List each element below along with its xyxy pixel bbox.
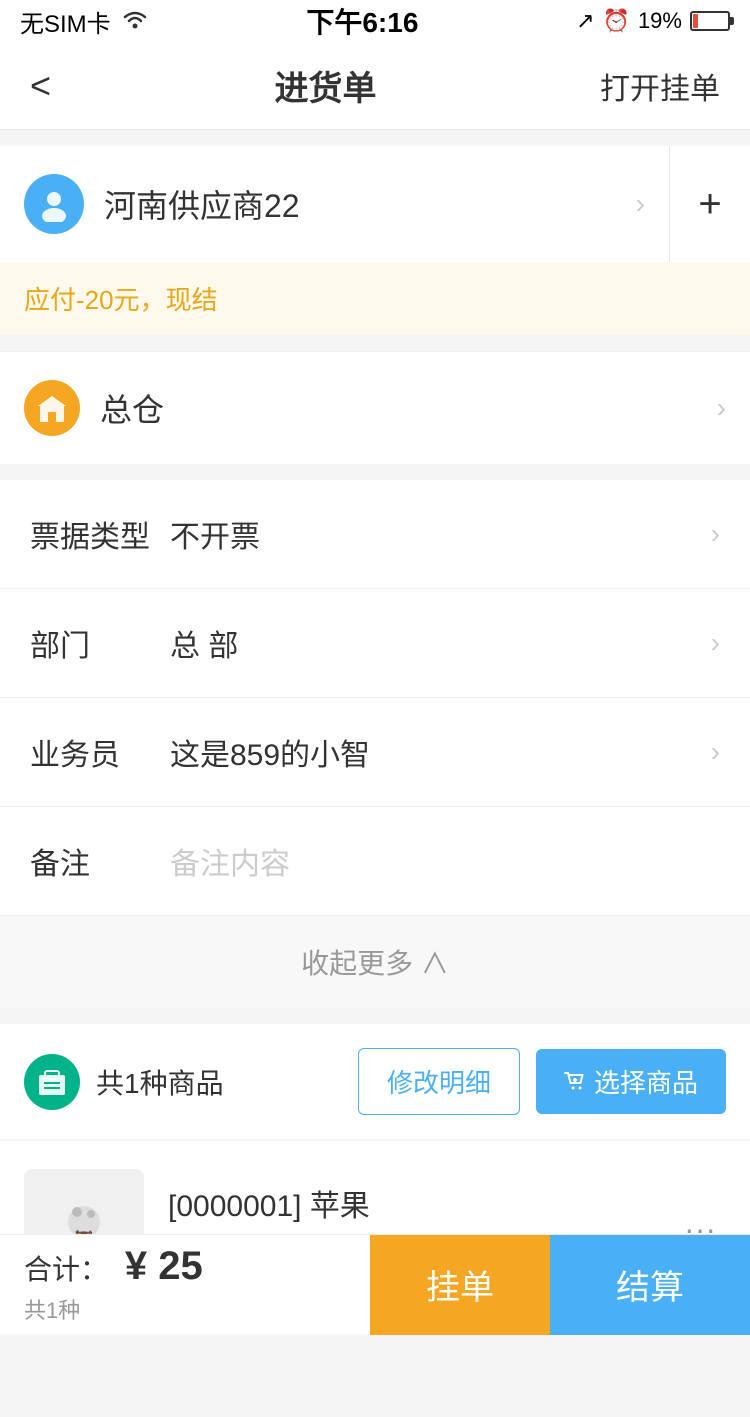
- supplier-section: 河南供应商22 › +: [0, 146, 750, 262]
- total-amount: ¥ 25: [125, 1244, 203, 1288]
- location-icon: ↗: [576, 8, 594, 34]
- settle-button[interactable]: 结算: [550, 1235, 750, 1335]
- supplier-selector[interactable]: 河南供应商22 ›: [0, 146, 670, 262]
- dept-value: 总 部: [170, 621, 711, 665]
- bottom-bar: 合计： ¥ 25 共1种 挂单 结算: [0, 1234, 750, 1334]
- total-label: 合计：: [24, 1254, 108, 1285]
- select-product-label: 选择商品: [594, 1063, 698, 1100]
- warehouse-chevron-icon: ›: [717, 392, 726, 424]
- gap2: [0, 335, 750, 351]
- edit-detail-button[interactable]: 修改明细: [358, 1048, 520, 1115]
- dept-label: 部门: [30, 621, 150, 665]
- warehouse-row[interactable]: 总仓 ›: [0, 351, 750, 464]
- total-section: 合计： ¥ 25 共1种: [0, 1244, 370, 1325]
- status-left: 无SIM卡: [20, 4, 149, 39]
- warehouse-icon: [24, 380, 80, 436]
- remark-label: 备注: [30, 839, 150, 883]
- supplier-avatar: [24, 174, 84, 234]
- collapse-bar[interactable]: 收起更多 ∧: [0, 915, 750, 1008]
- warehouse-name: 总仓: [100, 385, 717, 431]
- remark-input[interactable]: 备注内容: [170, 839, 720, 883]
- products-header: 共1种商品 修改明细 选择商品: [0, 1024, 750, 1139]
- staff-row[interactable]: 业务员 这是859的小智 ›: [0, 698, 750, 807]
- cart-icon: [564, 1066, 586, 1097]
- invoice-label: 票据类型: [30, 512, 150, 556]
- alarm-icon: ⏰: [603, 8, 630, 34]
- staff-chevron-icon: ›: [711, 736, 720, 768]
- status-bar: 无SIM卡 下午6:16 ↗ ⏰ 19%: [0, 0, 750, 42]
- battery-icon: [690, 11, 730, 31]
- dept-chevron-icon: ›: [711, 627, 720, 659]
- remark-row[interactable]: 备注 备注内容: [0, 807, 750, 915]
- staff-label: 业务员: [30, 730, 150, 774]
- status-right: ↗ ⏰ 19%: [576, 8, 730, 34]
- notice-bar: 应付-20元，现结: [0, 262, 750, 335]
- add-supplier-button[interactable]: +: [670, 182, 750, 227]
- products-icon: [24, 1054, 80, 1110]
- status-time: 下午6:16: [306, 1, 418, 41]
- battery-text: 19%: [638, 8, 682, 34]
- product-code: [0000001]: [168, 1190, 301, 1223]
- open-hold-button[interactable]: 打开挂单: [600, 64, 720, 108]
- gap1: [0, 130, 750, 146]
- form-section: 票据类型 不开票 › 部门 总 部 › 业务员 这是859的小智 › 备注 备注…: [0, 480, 750, 915]
- nav-bar: < 进货单 打开挂单: [0, 42, 750, 130]
- staff-value: 这是859的小智: [170, 730, 711, 774]
- invoice-chevron-icon: ›: [711, 518, 720, 550]
- page-title: 进货单: [275, 61, 377, 110]
- supplier-chevron-icon: ›: [636, 188, 645, 220]
- back-button[interactable]: <: [30, 65, 51, 107]
- carrier-text: 无SIM卡: [20, 4, 111, 39]
- hold-button[interactable]: 挂单: [370, 1235, 550, 1335]
- dept-row[interactable]: 部门 总 部 ›: [0, 589, 750, 698]
- total-count: 共1种: [24, 1293, 346, 1325]
- invoice-row[interactable]: 票据类型 不开票 ›: [0, 480, 750, 589]
- wifi-icon: [121, 7, 149, 36]
- product-title: 苹果: [310, 1190, 370, 1223]
- products-count: 共1种商品: [96, 1062, 358, 1102]
- supplier-name: 河南供应商22: [104, 181, 626, 227]
- select-product-button[interactable]: 选择商品: [536, 1049, 726, 1114]
- invoice-value: 不开票: [170, 512, 711, 556]
- product-name: [0000001] 苹果: [168, 1181, 674, 1225]
